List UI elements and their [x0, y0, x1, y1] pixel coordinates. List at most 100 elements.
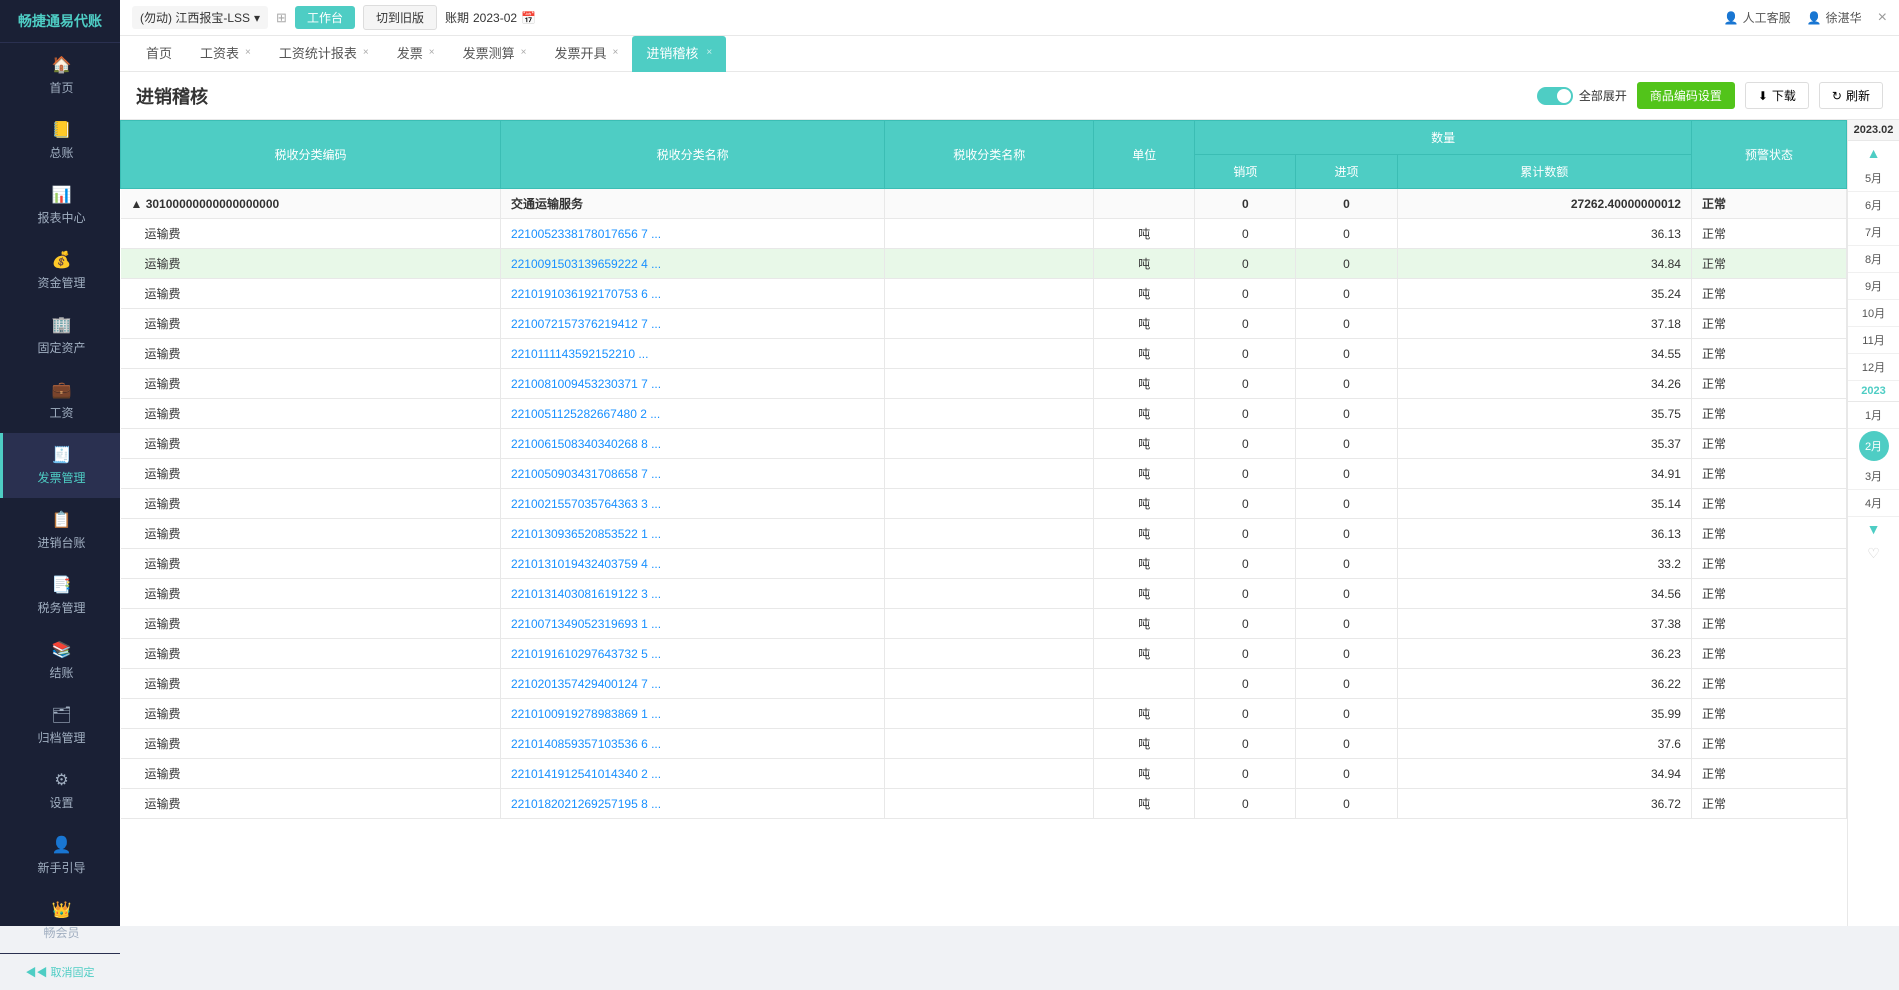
month-sep[interactable]: 9月: [1848, 273, 1899, 300]
sidebar-item-funds[interactable]: 💰 资金管理: [0, 238, 120, 303]
tab-salary-stats-close[interactable]: ×: [363, 47, 369, 58]
user-avatar: 👤: [1807, 11, 1822, 25]
calendar-nav-up[interactable]: ▲: [1848, 141, 1899, 165]
download-button[interactable]: ⬇ 下载: [1745, 82, 1809, 109]
col-header-name: 税收分类名称: [500, 121, 884, 189]
page-actions: 全部展开 商品编码设置 ⬇ 下载 ↻ 刷新: [1537, 82, 1883, 109]
row-sales: 0: [1195, 219, 1296, 249]
expand-toggle[interactable]: [1537, 87, 1573, 105]
row-unit: 吨: [1094, 429, 1195, 459]
row-purchase: 0: [1296, 669, 1397, 699]
row-code: 运输费: [121, 759, 501, 789]
table-row: 运输费 2210111143592152210 ... 吨 0 0 34.55 …: [121, 339, 1847, 369]
tab-invoice-close[interactable]: ×: [429, 47, 435, 58]
sidebar-item-archive[interactable]: 🗂 归档管理: [0, 693, 120, 758]
sidebar-item-sales-ledger[interactable]: 📋 进销台账: [0, 498, 120, 563]
expand-toggle-wrap: 全部展开: [1537, 87, 1627, 105]
row-unit: 吨: [1094, 369, 1195, 399]
row-name: [885, 369, 1094, 399]
row-unit: 吨: [1094, 789, 1195, 819]
row-cumulative: 35.99: [1397, 699, 1691, 729]
sidebar-item-invoice[interactable]: 🧾 发票管理: [0, 433, 120, 498]
row-invoice-id: [885, 189, 1094, 219]
row-sales: 0: [1195, 639, 1296, 669]
unpin-sidebar-button[interactable]: ◀◀ 取消固定: [0, 953, 120, 990]
tab-sales-audit[interactable]: 进销稽核 ×: [632, 36, 726, 72]
row-code: 运输费: [121, 609, 501, 639]
home-icon: 🏠: [52, 55, 72, 75]
row-status: 正常: [1691, 219, 1846, 249]
sidebar-item-home[interactable]: 🏠 首页: [0, 43, 120, 108]
page-title: 进销稽核: [136, 83, 208, 109]
refresh-button[interactable]: ↻ 刷新: [1819, 82, 1883, 109]
sidebar-item-member[interactable]: 👑 畅会员: [0, 888, 120, 953]
tab-home[interactable]: 首页: [132, 36, 186, 72]
month-jan[interactable]: 1月: [1848, 402, 1899, 429]
row-unit: [1094, 669, 1195, 699]
tab-sales-audit-close[interactable]: ×: [706, 47, 712, 58]
support-button[interactable]: 👤 人工客服: [1724, 9, 1791, 26]
tab-salary-table[interactable]: 工资表 ×: [186, 36, 265, 72]
tab-salary-stats[interactable]: 工资统计报表 ×: [265, 36, 383, 72]
row-unit: 吨: [1094, 399, 1195, 429]
row-purchase: 0: [1296, 369, 1397, 399]
table-row: 运输费 2210081009453230371 7 ... 吨 0 0 34.2…: [121, 369, 1847, 399]
product-code-settings-button[interactable]: 商品编码设置: [1637, 82, 1735, 109]
month-apr[interactable]: 4月: [1848, 490, 1899, 517]
row-purchase: 0: [1296, 399, 1397, 429]
sidebar-item-settings[interactable]: ⚙ 设置: [0, 758, 120, 823]
month-jul[interactable]: 7月: [1848, 219, 1899, 246]
tab-invoice[interactable]: 发票 ×: [383, 36, 449, 72]
row-cumulative: 36.13: [1397, 219, 1691, 249]
row-purchase: 0: [1296, 519, 1397, 549]
tab-invoice-calc[interactable]: 发票测算 ×: [449, 36, 541, 72]
tab-invoice-issue-close[interactable]: ×: [612, 47, 618, 58]
tab-invoice-issue[interactable]: 发票开具 ×: [540, 36, 632, 72]
sidebar-item-guide[interactable]: 👤 新手引导: [0, 823, 120, 888]
row-cumulative: 36.22: [1397, 669, 1691, 699]
user-profile[interactable]: 👤 徐湛华: [1807, 9, 1862, 26]
row-cumulative: 36.23: [1397, 639, 1691, 669]
sidebar-item-close[interactable]: 📚 结账: [0, 628, 120, 693]
month-mar[interactable]: 3月: [1848, 463, 1899, 490]
row-status: 正常: [1691, 789, 1846, 819]
row-invoice-id: 2210050903431708658 7 ...: [500, 459, 884, 489]
sidebar-item-tax[interactable]: 📑 税务管理: [0, 563, 120, 628]
sidebar-item-assets[interactable]: 🏢 固定资产: [0, 303, 120, 368]
sidebar-item-ledger[interactable]: 📒 总账: [0, 108, 120, 173]
period-display: 账期 2023-02 📅: [445, 9, 536, 26]
row-name: [885, 309, 1094, 339]
month-nov[interactable]: 11月: [1848, 327, 1899, 354]
row-status: 正常: [1691, 759, 1846, 789]
row-sales: 0: [1195, 399, 1296, 429]
sidebar-item-salary[interactable]: 💼 工资: [0, 368, 120, 433]
row-status: 正常: [1691, 639, 1846, 669]
switch-version-button[interactable]: 切到旧版: [363, 5, 437, 30]
workspace-button[interactable]: 工作台: [295, 6, 355, 29]
row-name: [885, 609, 1094, 639]
sidebar-item-reports[interactable]: 📊 报表中心: [0, 173, 120, 238]
tab-invoice-calc-close[interactable]: ×: [521, 47, 527, 58]
tab-invoice-label: 发票: [397, 43, 423, 62]
tab-invoice-calc-label: 发票测算: [463, 43, 515, 62]
row-invoice-id: 2210141912541014340 2 ...: [500, 759, 884, 789]
row-name: [885, 699, 1094, 729]
calendar-icon[interactable]: 📅: [521, 11, 536, 25]
row-sales: 0: [1195, 339, 1296, 369]
month-feb-active[interactable]: 2月: [1859, 431, 1889, 461]
month-jun[interactable]: 6月: [1848, 192, 1899, 219]
month-oct[interactable]: 10月: [1848, 300, 1899, 327]
row-name: 交通运输服务: [500, 189, 884, 219]
topbar: (勿动) 江西报宝-LSS ▾ ⊞ 工作台 切到旧版 账期 2023-02 📅 …: [120, 0, 1899, 36]
month-aug[interactable]: 8月: [1848, 246, 1899, 273]
row-sales: 0: [1195, 279, 1296, 309]
month-dec[interactable]: 12月: [1848, 354, 1899, 381]
close-button[interactable]: ×: [1878, 9, 1887, 27]
calendar-nav-down[interactable]: ▼: [1848, 517, 1899, 541]
month-may[interactable]: 5月: [1848, 165, 1899, 192]
company-selector[interactable]: (勿动) 江西报宝-LSS ▾: [132, 6, 268, 29]
row-purchase: 0: [1296, 579, 1397, 609]
row-name: [885, 729, 1094, 759]
row-name: [885, 669, 1094, 699]
tab-salary-table-close[interactable]: ×: [245, 47, 251, 58]
